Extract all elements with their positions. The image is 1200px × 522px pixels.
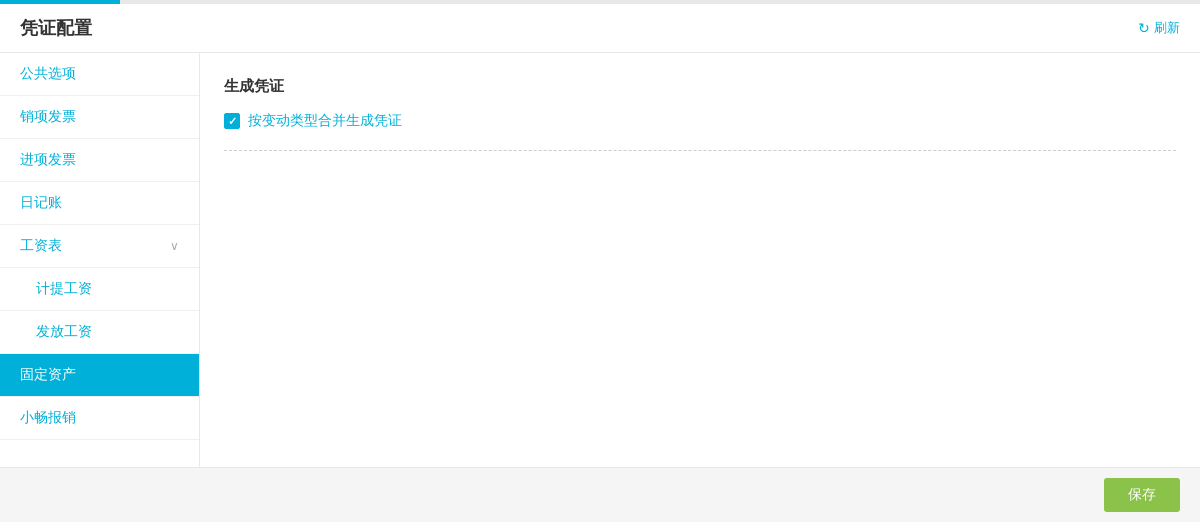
- refresh-icon: ↻: [1138, 20, 1150, 36]
- sidebar-item-purchase-invoice[interactable]: 进项发票: [0, 139, 199, 182]
- section-title: 生成凭证: [224, 77, 1176, 96]
- sidebar-item-label: 销项发票: [20, 108, 76, 126]
- sidebar-item-fixed-assets[interactable]: 固定资产: [0, 354, 199, 397]
- refresh-label: 刷新: [1154, 19, 1180, 37]
- checkbox-row: 按变动类型合并生成凭证: [224, 112, 1176, 130]
- header: 凭证配置 ↻ 刷新: [0, 4, 1200, 53]
- sidebar-item-expense-reimbursement[interactable]: 小畅报销: [0, 397, 199, 440]
- sidebar-item-payroll-table[interactable]: 工资表 ∨: [0, 225, 199, 268]
- sidebar-item-label: 公共选项: [20, 65, 76, 83]
- section-divider: [224, 150, 1176, 151]
- sidebar-item-payroll-distribution[interactable]: 发放工资: [0, 311, 199, 354]
- merge-checkbox[interactable]: [224, 113, 240, 129]
- sidebar-item-label: 进项发票: [20, 151, 76, 169]
- sidebar-item-label: 工资表: [20, 237, 62, 255]
- sidebar-item-label: 发放工资: [36, 323, 92, 341]
- sidebar: 公共选项销项发票进项发票日记账工资表 ∨ 计提工资发放工资固定资产小畅报销: [0, 53, 200, 467]
- sidebar-item-label: 固定资产: [20, 366, 76, 384]
- page-wrapper: 凭证配置 ↻ 刷新 公共选项销项发票进项发票日记账工资表 ∨ 计提工资发放工资固定资…: [0, 0, 1200, 522]
- chevron-down-icon: ∨: [170, 239, 179, 253]
- sidebar-item-label: 计提工资: [36, 280, 92, 298]
- top-bar-active: [0, 0, 120, 4]
- content-area: 生成凭证 按变动类型合并生成凭证: [200, 53, 1200, 467]
- sidebar-item-label: 日记账: [20, 194, 62, 212]
- top-bar: [0, 0, 1200, 4]
- refresh-button[interactable]: ↻ 刷新: [1138, 19, 1180, 37]
- page-title: 凭证配置: [20, 16, 92, 40]
- sidebar-item-public-options[interactable]: 公共选项: [0, 53, 199, 96]
- merge-checkbox-label[interactable]: 按变动类型合并生成凭证: [248, 112, 402, 130]
- sidebar-item-sales-invoice[interactable]: 销项发票: [0, 96, 199, 139]
- main-content: 公共选项销项发票进项发票日记账工资表 ∨ 计提工资发放工资固定资产小畅报销 生成凭证…: [0, 53, 1200, 467]
- sidebar-item-journal[interactable]: 日记账: [0, 182, 199, 225]
- save-button[interactable]: 保存: [1104, 478, 1180, 512]
- footer: 保存: [0, 467, 1200, 522]
- sidebar-item-label: 小畅报销: [20, 409, 76, 427]
- sidebar-item-payroll-accrual[interactable]: 计提工资: [0, 268, 199, 311]
